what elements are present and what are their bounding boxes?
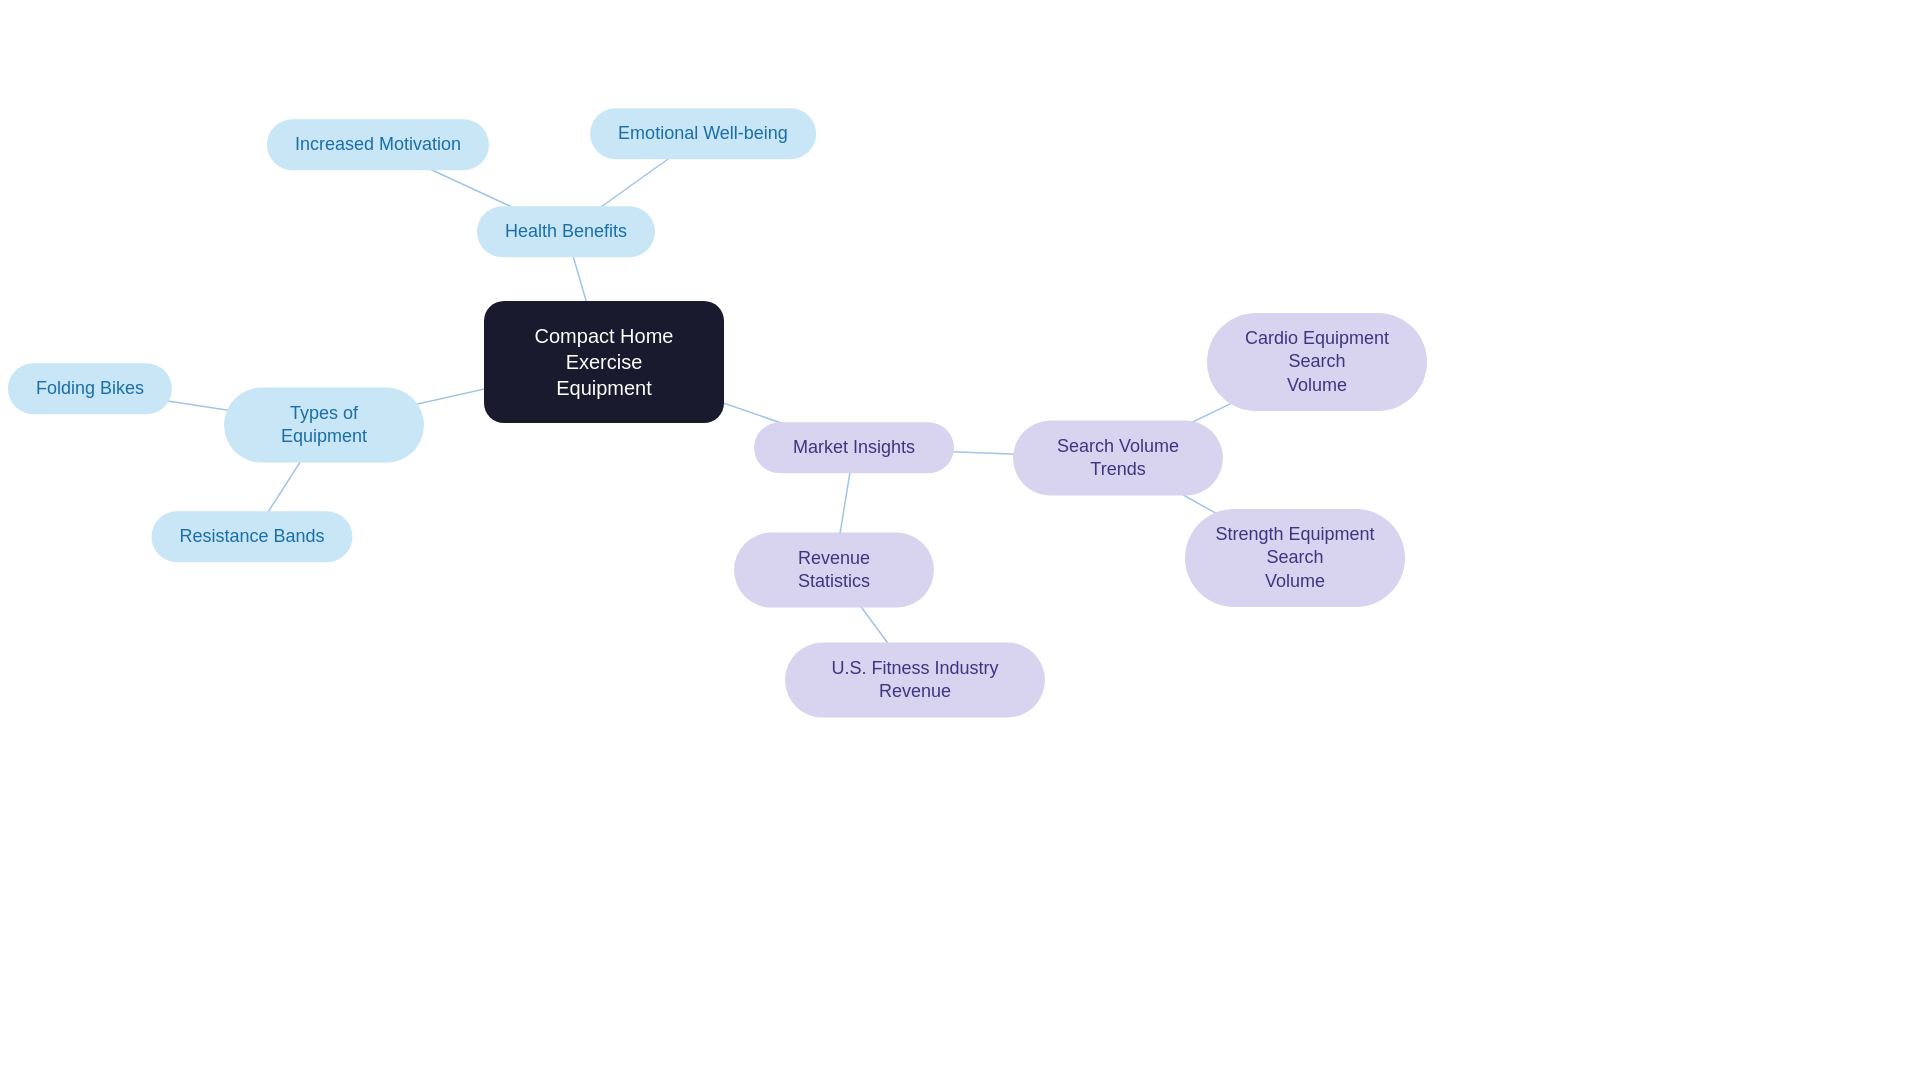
node-market_insights: Market Insights xyxy=(754,422,954,473)
node-health_benefits: Health Benefits xyxy=(477,206,655,257)
node-types_of_equipment: Types of Equipment xyxy=(224,388,424,463)
node-increased_motivation: Increased Motivation xyxy=(267,119,489,170)
node-strength_equipment: Strength Equipment Search Volume xyxy=(1185,509,1405,607)
node-revenue_statistics: Revenue Statistics xyxy=(734,533,934,608)
node-center: Compact Home Exercise Equipment xyxy=(484,301,724,423)
node-search_volume_trends: Search Volume Trends xyxy=(1013,421,1223,496)
node-folding_bikes: Folding Bikes xyxy=(8,363,172,414)
node-cardio_equipment: Cardio Equipment Search Volume xyxy=(1207,313,1427,411)
node-resistance_bands: Resistance Bands xyxy=(151,511,352,562)
node-emotional_wellbeing: Emotional Well-being xyxy=(590,108,816,159)
node-us_fitness_revenue: U.S. Fitness Industry Revenue xyxy=(785,643,1045,718)
